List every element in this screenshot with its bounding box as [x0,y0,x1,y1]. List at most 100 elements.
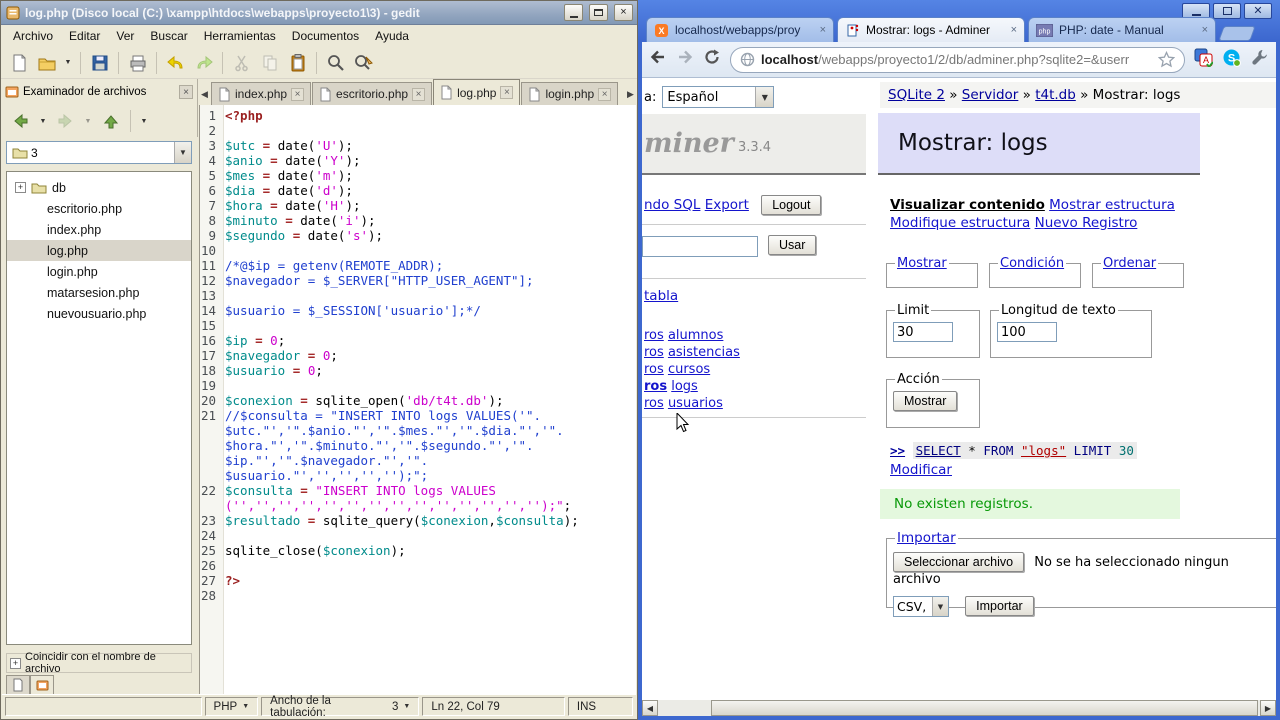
tab-close-icon[interactable]: × [500,86,514,99]
table-link-asistencias[interactable]: asistencias [668,345,740,360]
menu-editar[interactable]: Editar [61,27,108,45]
format-select[interactable]: CSV, ▼ [893,596,949,617]
filter-link-mostrar[interactable]: Mostrar [897,256,947,271]
language-select[interactable]: Español ▼ [662,86,775,108]
location-combobox[interactable]: 3 ▼ [6,141,192,164]
table-records-link-usuarios[interactable]: ros [644,396,664,411]
browser-tab-xampp[interactable]: Xlocalhost/webapps/proy × [646,17,834,42]
tree-file-login.php[interactable]: login.php [7,261,191,282]
code-text[interactable]: 1 <?php 2 3 $utc = date('U'); 4 $anio = date('… [200,108,636,603]
tab-close-icon[interactable]: × [598,87,612,101]
select-dropdown-icon[interactable]: ▼ [932,597,948,616]
undo-icon[interactable] [162,49,189,76]
editor-area[interactable]: 1 <?php 2 3 $utc = date('U'); 4 $anio = date('… [199,105,636,694]
browser-tab-php[interactable]: php PHP: date - Manual × [1028,17,1216,42]
address-bar[interactable]: localhost/webapps/proyecto1/2/db/adminer… [730,46,1185,73]
sql-command-link[interactable]: ndo SQL [644,197,700,213]
up-level-icon[interactable] [97,108,124,135]
choose-file-button[interactable]: Seleccionar archivo [893,552,1025,572]
bookmarks-dropdown-icon[interactable]: ▼ [137,108,151,135]
menu-archivo[interactable]: Archivo [5,27,61,45]
forward-dropdown-icon[interactable]: ▼ [81,108,95,135]
expander-icon[interactable]: + [10,657,21,669]
minimize-button[interactable] [564,4,583,21]
show-button[interactable]: Mostrar [893,391,958,411]
tab-close-icon[interactable]: × [1011,24,1017,36]
table-records-link-cursos[interactable]: ros [644,362,664,377]
table-records-link-logs[interactable]: ros [644,379,667,394]
tab-close-icon[interactable]: × [412,87,426,101]
documents-panel-tab-icon[interactable] [6,675,30,695]
redo-icon[interactable] [190,49,217,76]
menu-buscar[interactable]: Buscar [142,27,195,45]
reload-icon[interactable] [703,48,721,71]
editor-tab-log.php[interactable]: log.php × [433,79,521,105]
gedit-titlebar[interactable]: log.php (Disco local (C:) \xampp\htdocs\… [1,1,637,25]
browser-tab-adminer[interactable]: Mostrar: logs - Adminer × [837,17,1025,42]
filter-link-condición[interactable]: Condición [1000,256,1064,271]
forward-location-icon[interactable] [52,108,79,135]
limit-input[interactable] [893,322,953,342]
wrench-icon[interactable] [1250,48,1269,72]
table-records-link-asistencias[interactable]: ros [644,345,664,360]
table-link-usuarios[interactable]: usuarios [668,396,723,411]
search-replace-icon[interactable] [350,49,377,76]
file-browser-panel-tab-icon[interactable] [30,675,54,695]
scroll-right-icon[interactable]: ▶ [1260,700,1276,716]
import-button[interactable]: Importar [965,596,1034,616]
content-link-visualizar-contenido[interactable]: Visualizar contenido [890,197,1045,213]
modify-sql-link[interactable]: Modificar [890,462,952,478]
bookmark-star-icon[interactable] [1158,51,1175,68]
copy-icon[interactable] [256,49,283,76]
filter-link-ordenar[interactable]: Ordenar [1103,256,1156,271]
editor-tab-index.php[interactable]: index.php × [211,82,312,105]
content-link-nuevo-registro[interactable]: Nuevo Registro [1035,215,1138,231]
new-tab-button[interactable] [1218,26,1256,41]
save-icon[interactable] [86,49,113,76]
table-link-cursos[interactable]: cursos [668,362,710,377]
tab-scroll-left-icon[interactable]: ◀ [198,83,211,105]
tab-close-icon[interactable]: × [820,24,826,36]
horizontal-scrollbar[interactable]: ◀ ▶ [642,700,1276,716]
content-link-modifique-estructura[interactable]: Modifique estructura [890,215,1030,231]
export-link[interactable]: Export [705,197,749,213]
menu-ayuda[interactable]: Ayuda [367,27,417,45]
open-dropdown-icon[interactable]: ▼ [61,49,75,76]
tree-folder-db[interactable]: + db [7,177,191,198]
import-legend-link[interactable]: Importar [897,530,956,546]
back-dropdown-icon[interactable]: ▼ [36,108,50,135]
logout-button[interactable]: Logout [761,195,822,215]
restore-button[interactable] [589,4,608,21]
table-name-link[interactable]: "logs" [1021,443,1066,458]
editor-tab-escritorio.php[interactable]: escritorio.php × [312,82,433,105]
print-icon[interactable] [124,49,151,76]
table-link-logs[interactable]: logs [671,379,698,394]
back-location-icon[interactable] [7,108,34,135]
match-filename-row[interactable]: + Coincidir con el nombre de archivo [6,651,192,675]
tree-file-nuevousuario.php[interactable]: nuevousuario.php [7,303,191,324]
scroll-left-icon[interactable]: ◀ [642,700,658,716]
forward-icon[interactable] [676,48,694,71]
back-icon[interactable] [649,48,667,71]
skype-extension-icon[interactable]: S [1222,48,1241,72]
table-records-link-alumnos[interactable]: ros [644,328,664,343]
combobox-dropdown-icon[interactable]: ▼ [174,142,191,163]
select-dropdown-icon[interactable]: ▼ [755,87,774,107]
tab-close-icon[interactable]: × [291,87,305,101]
tree-file-escritorio.php[interactable]: escritorio.php [7,198,191,219]
sql-prompt-link[interactable]: >> [890,443,905,458]
create-table-link[interactable]: tabla [644,288,678,304]
select-keyword-link[interactable]: SELECT [916,443,961,458]
close-button[interactable]: × [614,4,633,21]
tab-close-icon[interactable]: × [1202,24,1208,36]
use-db-button[interactable]: Usar [768,235,817,255]
new-document-icon[interactable] [5,49,32,76]
tree-file-index.php[interactable]: index.php [7,219,191,240]
database-input[interactable] [642,236,758,257]
breadcrumb-link-servidor[interactable]: Servidor [962,87,1019,103]
breadcrumb-link-sqlite-2[interactable]: SQLite 2 [888,87,945,103]
menu-herramientas[interactable]: Herramientas [196,27,284,45]
tab-width-selector[interactable]: Ancho de la tabulación: 3 ▼ [261,695,420,719]
menu-documentos[interactable]: Documentos [284,27,367,45]
editor-tab-login.php[interactable]: login.php × [521,82,619,105]
